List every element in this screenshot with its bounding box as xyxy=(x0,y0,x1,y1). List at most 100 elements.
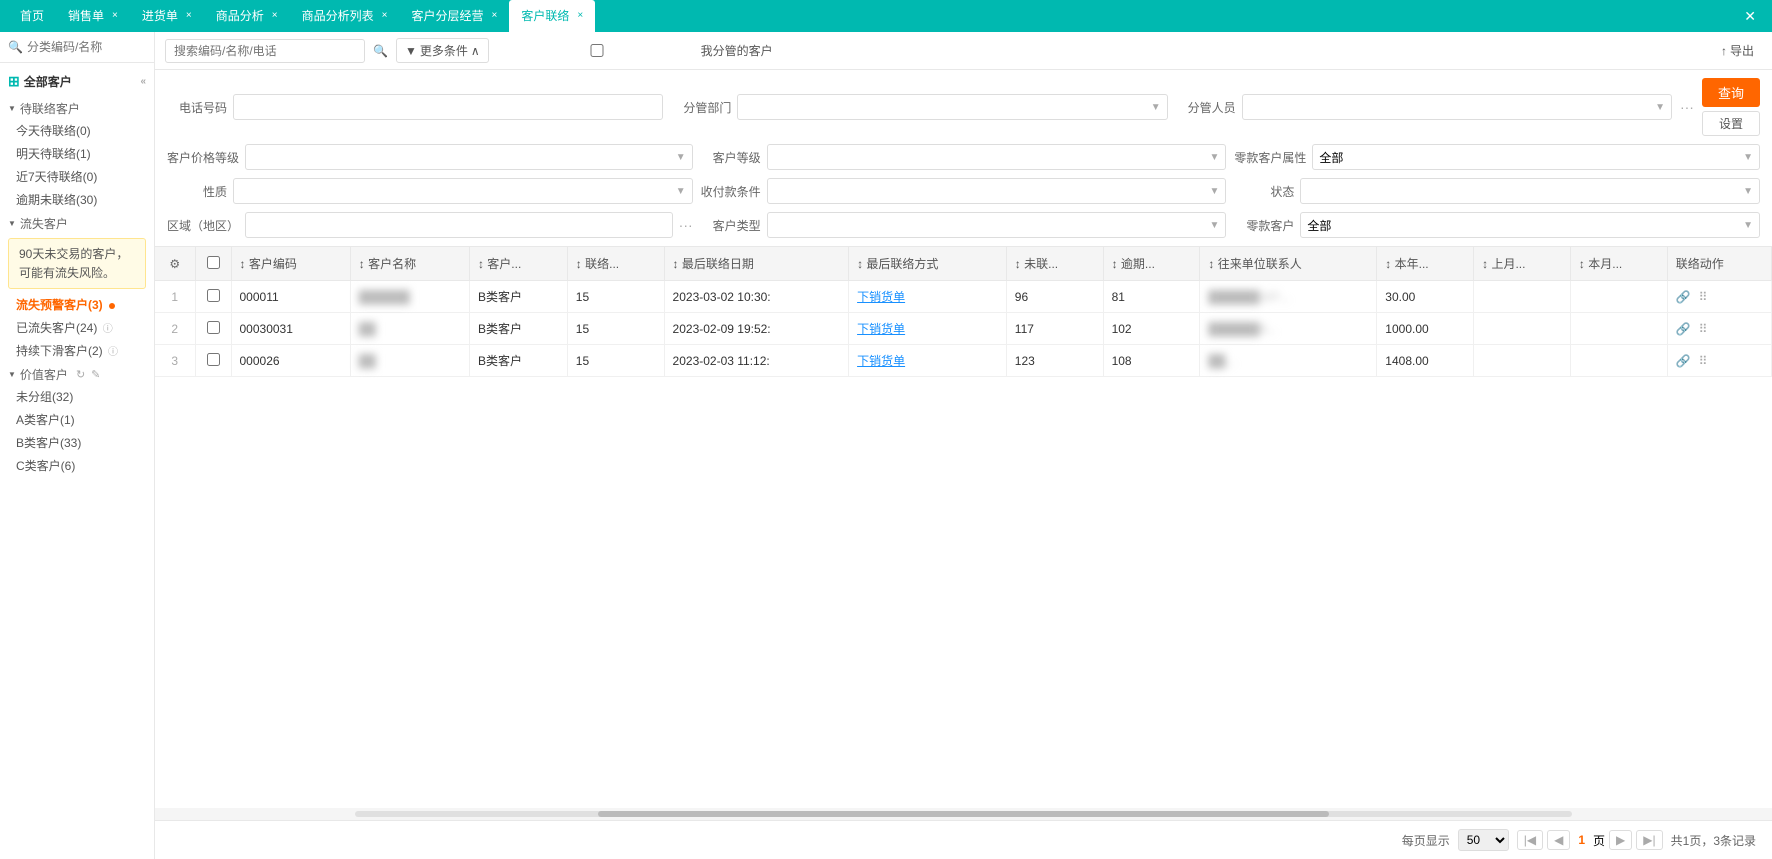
query-button[interactable]: 查询 xyxy=(1702,78,1760,107)
sidebar-item-week-pending[interactable]: 近7天待联络(0) xyxy=(0,165,154,188)
nav-sales-close[interactable]: × xyxy=(112,0,118,32)
row-checkbox[interactable] xyxy=(207,321,220,334)
sidebar-item-today-pending[interactable]: 今天待联络(0) xyxy=(0,119,154,142)
nav-analysis[interactable]: 商品分析 × xyxy=(204,0,290,32)
row-checkbox[interactable] xyxy=(207,289,220,302)
sidebar-lost-group-label[interactable]: ▼ 流失客户 xyxy=(0,211,154,234)
th-action: 联络动作 xyxy=(1667,247,1771,281)
nav-purchase-close[interactable]: × xyxy=(186,0,192,32)
action-buttons: 查询 设置 xyxy=(1702,78,1760,136)
page-navigation: |◀ ◀ 1 页 ▶ ▶| xyxy=(1517,830,1663,850)
nav-purchase[interactable]: 进货单 × xyxy=(130,0,204,32)
contact-method-link[interactable]: 下销货单 xyxy=(857,322,905,336)
sidebar: 🔍 ⊞ 全部客户 « ▼ 待联络客户 今天待联络(0) 明天待联络(1) 近7天… xyxy=(0,32,155,859)
export-icon: ↑ xyxy=(1721,44,1727,58)
price-level-arrow: ▼ xyxy=(676,152,686,163)
filter-row-4: 区域（地区） ··· 客户类型 ▼ 零款客户 全部 xyxy=(167,212,1760,238)
search-input[interactable] xyxy=(165,39,365,63)
more-conditions-button[interactable]: ▼ 更多条件 ∧ xyxy=(396,38,489,63)
row-unit-contact: ██████3... xyxy=(1200,313,1377,345)
row-contact: 15 xyxy=(567,281,664,313)
filter-row-2: 客户价格等级 ▼ 客户等级 ▼ 零款客户属性 全部 xyxy=(167,144,1760,170)
window-close-button[interactable]: ✕ xyxy=(1736,8,1764,25)
manager-more-icon[interactable]: ··· xyxy=(1680,99,1694,115)
customer-type-select[interactable]: ▼ xyxy=(767,212,1227,238)
action-link-icon[interactable]: 🔗 xyxy=(1676,354,1691,368)
price-level-select[interactable]: ▼ xyxy=(245,144,693,170)
status-arrow: ▼ xyxy=(1743,186,1753,197)
page-size-select[interactable]: 50 100 200 xyxy=(1458,829,1509,851)
dept-select[interactable]: ▼ xyxy=(737,94,1167,120)
sidebar-pending-group-label[interactable]: ▼ 待联络客户 xyxy=(0,96,154,119)
prev-page-button[interactable]: ◀ xyxy=(1547,830,1570,850)
status-select[interactable]: ▼ xyxy=(1300,178,1760,204)
warn-dot-icon xyxy=(109,303,115,309)
phone-input[interactable] xyxy=(233,94,663,120)
nature-select[interactable]: ▼ xyxy=(233,178,693,204)
sidebar-all-customers[interactable]: ⊞ 全部客户 « xyxy=(8,69,146,94)
nav-analysis-list[interactable]: 商品分析列表 × xyxy=(290,0,400,32)
action-more-icon[interactable]: ⠿ xyxy=(1699,322,1708,336)
last-page-button[interactable]: ▶| xyxy=(1636,830,1662,850)
table-container: ⚙ ↕ 客户编码 ↕ 客户名称 ↕ 客户... xyxy=(155,247,1772,808)
row-last-contact-date: 2023-03-02 10:30: xyxy=(664,281,849,313)
customer-level-select[interactable]: ▼ xyxy=(767,144,1227,170)
action-more-icon[interactable]: ⠿ xyxy=(1699,290,1708,304)
pagination-bar: 每页显示 50 100 200 |◀ ◀ 1 页 ▶ ▶| 共1页，3条记录 xyxy=(155,820,1772,859)
payment-select[interactable]: ▼ xyxy=(767,178,1227,204)
tri-down-icon: ▼ xyxy=(8,104,16,113)
first-page-button[interactable]: |◀ xyxy=(1517,830,1543,850)
sidebar-item-loss-warning[interactable]: 流失预警客户(3) xyxy=(0,293,154,316)
customer-type-arrow: ▼ xyxy=(1209,220,1219,231)
row-this-year: 1000.00 xyxy=(1377,313,1474,345)
nav-sales[interactable]: 销售单 × xyxy=(56,0,130,32)
zero-attr-arrow: ▼ xyxy=(1743,152,1753,163)
tri-down-icon-3: ▼ xyxy=(8,370,16,379)
contact-method-link[interactable]: 下销货单 xyxy=(857,354,905,368)
sidebar-item-already-lost[interactable]: 已流失客户(24) ⓘ xyxy=(0,316,154,339)
nav-customer-tier[interactable]: 客户分层经营 × xyxy=(399,0,509,32)
sidebar-item-ungrouped[interactable]: 未分组(32) xyxy=(0,385,154,408)
sidebar-item-declining[interactable]: 持续下滑客户(2) ⓘ xyxy=(0,339,154,362)
sidebar-search-input[interactable] xyxy=(27,40,155,54)
nav-customer-link-close[interactable]: × xyxy=(577,0,583,32)
row-checkbox[interactable] xyxy=(207,353,220,366)
region-more-icon[interactable]: ··· xyxy=(679,217,693,233)
content-area: 🔍 ▼ 更多条件 ∧ 我分管的客户 ↑ 导出 电话号码 xyxy=(155,32,1772,859)
my-customers-checkbox[interactable] xyxy=(497,44,697,57)
sidebar-item-overdue-pending[interactable]: 逾期未联络(30) xyxy=(0,188,154,211)
nav-analysis-close[interactable]: × xyxy=(272,0,278,32)
nav-home[interactable]: 首页 xyxy=(8,0,56,32)
nav-customer-tier-close[interactable]: × xyxy=(491,0,497,32)
sidebar-item-class-c[interactable]: C类客户(6) xyxy=(0,454,154,477)
region-select[interactable] xyxy=(245,212,673,238)
zero-attr-select[interactable]: 全部 ▼ xyxy=(1312,144,1760,170)
filter-bar: 🔍 ▼ 更多条件 ∧ 我分管的客户 ↑ 导出 xyxy=(155,32,1772,70)
nav-customer-link[interactable]: 客户联络 × xyxy=(509,0,595,32)
select-all-checkbox[interactable] xyxy=(207,256,220,269)
sidebar-item-class-b[interactable]: B类客户(33) xyxy=(0,431,154,454)
action-link-icon[interactable]: 🔗 xyxy=(1676,290,1691,304)
gear-icon[interactable]: ⚙ xyxy=(169,257,180,271)
next-page-button[interactable]: ▶ xyxy=(1609,830,1632,850)
action-more-icon[interactable]: ⠿ xyxy=(1699,354,1708,368)
refresh-icon[interactable]: ↻ xyxy=(76,368,85,381)
sidebar-item-class-a[interactable]: A类客户(1) xyxy=(0,408,154,431)
sidebar-value-group-label[interactable]: ▼ 价值客户 ↻ ✎ xyxy=(0,362,154,385)
search-submit-icon[interactable]: 🔍 xyxy=(373,44,388,58)
manager-select[interactable]: ▼ xyxy=(1242,94,1672,120)
chevron-down-icon: ∧ xyxy=(471,44,480,58)
sidebar-item-tomorrow-pending[interactable]: 明天待联络(1) xyxy=(0,142,154,165)
row-num: 3 xyxy=(155,345,195,377)
zero-customer-select[interactable]: 全部 ▼ xyxy=(1300,212,1760,238)
settings-button[interactable]: 设置 xyxy=(1702,111,1760,136)
advanced-filter-panel: 电话号码 分管部门 ▼ 分管人员 ▼ ··· xyxy=(155,70,1772,247)
edit-icon[interactable]: ✎ xyxy=(91,368,100,381)
action-link-icon[interactable]: 🔗 xyxy=(1676,322,1691,336)
nav-analysis-list-close[interactable]: × xyxy=(382,0,388,32)
export-button[interactable]: ↑ 导出 xyxy=(1713,39,1762,62)
table-header-row: ⚙ ↕ 客户编码 ↕ 客户名称 ↕ 客户... xyxy=(155,247,1772,281)
row-unit-contact: ██... xyxy=(1200,345,1377,377)
bottom-scrollbar[interactable] xyxy=(155,808,1772,820)
contact-method-link[interactable]: 下销货单 xyxy=(857,290,905,304)
